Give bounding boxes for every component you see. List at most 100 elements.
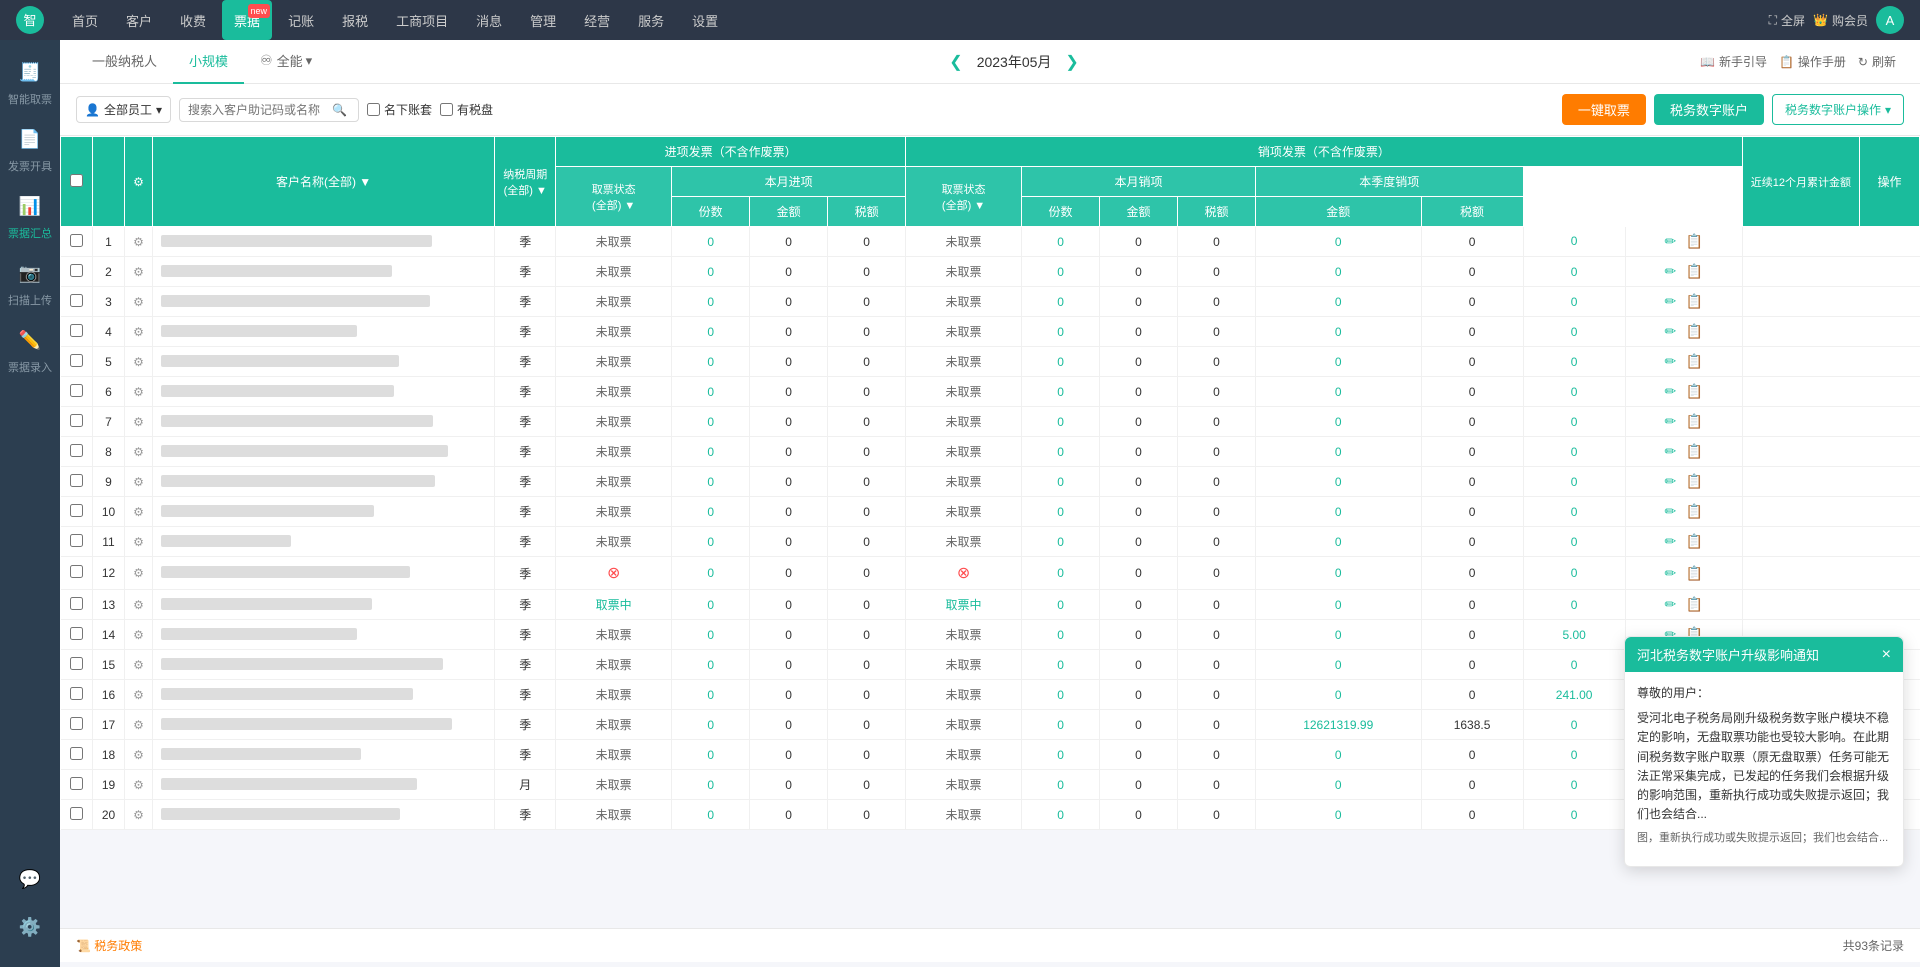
nav-service[interactable]: 服务: [626, 0, 676, 40]
jin-fs-link[interactable]: 0: [707, 415, 714, 429]
row-checkbox[interactable]: [70, 504, 83, 517]
row-setting[interactable]: ⚙: [125, 800, 153, 830]
season-je-zero[interactable]: 0: [1335, 415, 1342, 429]
jin-fs-link[interactable]: 0: [707, 265, 714, 279]
row-jin-status[interactable]: 未取票: [556, 527, 672, 557]
row-checkbox[interactable]: [70, 747, 83, 760]
row-setting[interactable]: ⚙: [125, 377, 153, 407]
row-jin-status[interactable]: 未取票: [556, 680, 672, 710]
row-name[interactable]: [153, 377, 495, 407]
row-checkbox[interactable]: [70, 414, 83, 427]
th-xiao-status[interactable]: 取票状态(全部) ▼: [906, 167, 1022, 227]
row-jin-status[interactable]: 未取票: [556, 467, 672, 497]
fullscreen-btn[interactable]: ⛶ 全屏: [1769, 12, 1805, 29]
sidebar-item-smart-ticket[interactable]: 🧾 智能取票: [0, 48, 60, 115]
tab-general-taxpayer[interactable]: 一般纳税人: [76, 40, 173, 84]
jin-fs-link[interactable]: 0: [707, 235, 714, 249]
row-checkbox[interactable]: [70, 717, 83, 730]
row-name[interactable]: [153, 710, 495, 740]
row-setting[interactable]: ⚙: [125, 347, 153, 377]
season-je-zero[interactable]: 0: [1335, 355, 1342, 369]
jin-fs-link[interactable]: 0: [707, 688, 714, 702]
season-je-zero[interactable]: 0: [1335, 385, 1342, 399]
xiao-fs-link[interactable]: 0: [1057, 235, 1064, 249]
tab-small-scale[interactable]: 小规模: [173, 40, 244, 84]
jin-fs-link[interactable]: 0: [707, 748, 714, 762]
row-setting[interactable]: ⚙: [125, 620, 153, 650]
row-setting[interactable]: ⚙: [125, 257, 153, 287]
m12-zero[interactable]: 0: [1571, 295, 1578, 309]
nav-message[interactable]: 消息: [464, 0, 514, 40]
refresh-link[interactable]: ↻ 刷新: [1858, 53, 1896, 70]
row-setting[interactable]: ⚙: [125, 407, 153, 437]
jin-fs-link[interactable]: 0: [707, 385, 714, 399]
xiao-fs-link[interactable]: 0: [1057, 778, 1064, 792]
row-name[interactable]: [153, 317, 495, 347]
row-xiao-status[interactable]: 未取票: [906, 710, 1022, 740]
row-gear-icon[interactable]: ⚙: [133, 748, 144, 762]
edit-btn[interactable]: ✏: [1661, 293, 1679, 310]
edit-btn[interactable]: ✏: [1661, 565, 1679, 582]
jin-fs-link[interactable]: 0: [707, 295, 714, 309]
xiao-fs-link[interactable]: 0: [1057, 325, 1064, 339]
row-gear-icon[interactable]: ⚙: [133, 475, 144, 489]
row-gear-icon[interactable]: ⚙: [133, 325, 144, 339]
row-jin-status[interactable]: 未取票: [556, 407, 672, 437]
row-name[interactable]: [153, 590, 495, 620]
row-name[interactable]: [153, 347, 495, 377]
search-input[interactable]: [188, 103, 328, 117]
tab-all[interactable]: ♾ 全能 ▾: [244, 40, 328, 84]
xiao-fs-link[interactable]: 0: [1057, 415, 1064, 429]
xiao-fs-link[interactable]: 0: [1057, 265, 1064, 279]
row-jin-status[interactable]: ⊗: [556, 557, 672, 590]
jin-fs-link[interactable]: 0: [707, 658, 714, 672]
m12-zero[interactable]: 0: [1571, 566, 1578, 580]
copy-btn[interactable]: 📋: [1683, 533, 1706, 550]
sidebar-item-config[interactable]: ⚙️: [0, 903, 60, 951]
copy-btn[interactable]: 📋: [1683, 565, 1706, 582]
copy-btn[interactable]: 📋: [1683, 473, 1706, 490]
edit-btn[interactable]: ✏: [1661, 443, 1679, 460]
row-gear-icon[interactable]: ⚙: [133, 265, 144, 279]
season-je-zero[interactable]: 0: [1335, 778, 1342, 792]
edit-btn[interactable]: ✏: [1661, 233, 1679, 250]
row-jin-status[interactable]: 未取票: [556, 740, 672, 770]
season-je-zero[interactable]: 0: [1335, 808, 1342, 822]
m12-zero[interactable]: 0: [1571, 385, 1578, 399]
row-name[interactable]: [153, 287, 495, 317]
copy-btn[interactable]: 📋: [1683, 596, 1706, 613]
row-setting[interactable]: ⚙: [125, 437, 153, 467]
row-jin-status[interactable]: 未取票: [556, 620, 672, 650]
employee-filter[interactable]: 👤 全部员工 ▾: [76, 96, 171, 123]
edit-btn[interactable]: ✏: [1661, 473, 1679, 490]
season-je-zero[interactable]: 0: [1335, 445, 1342, 459]
xiao-fs-link[interactable]: 0: [1057, 628, 1064, 642]
row-setting[interactable]: ⚙: [125, 557, 153, 590]
season-je-zero[interactable]: 0: [1335, 265, 1342, 279]
row-xiao-status[interactable]: 未取票: [906, 770, 1022, 800]
row-setting[interactable]: ⚙: [125, 710, 153, 740]
th-name[interactable]: 客户名称(全部) ▼: [153, 137, 495, 227]
member-btn[interactable]: 👑 购会员: [1813, 12, 1868, 29]
row-xiao-status[interactable]: 未取票: [906, 800, 1022, 830]
row-jin-status[interactable]: 未取票: [556, 437, 672, 467]
row-gear-icon[interactable]: ⚙: [133, 658, 144, 672]
row-name[interactable]: [153, 620, 495, 650]
copy-btn[interactable]: 📋: [1683, 443, 1706, 460]
error-icon[interactable]: ⊗: [607, 565, 620, 582]
row-gear-icon[interactable]: ⚙: [133, 566, 144, 580]
edit-btn[interactable]: ✏: [1661, 413, 1679, 430]
row-xiao-status[interactable]: 未取票: [906, 257, 1022, 287]
row-setting[interactable]: ⚙: [125, 317, 153, 347]
row-jin-status[interactable]: 未取票: [556, 317, 672, 347]
xiao-error-icon[interactable]: ⊗: [957, 565, 970, 582]
sidebar-item-ticket-summary[interactable]: 📊 票据汇总: [0, 182, 60, 249]
th-jin-status[interactable]: 取票状态(全部) ▼: [556, 167, 672, 227]
m12-link[interactable]: 241.00: [1556, 688, 1593, 702]
m12-zero[interactable]: 0: [1571, 658, 1578, 672]
row-gear-icon[interactable]: ⚙: [133, 808, 144, 822]
xiao-fs-link[interactable]: 0: [1057, 658, 1064, 672]
season-je-zero[interactable]: 0: [1335, 566, 1342, 580]
check-xia[interactable]: [367, 103, 380, 116]
m12-zero[interactable]: 0: [1571, 355, 1578, 369]
